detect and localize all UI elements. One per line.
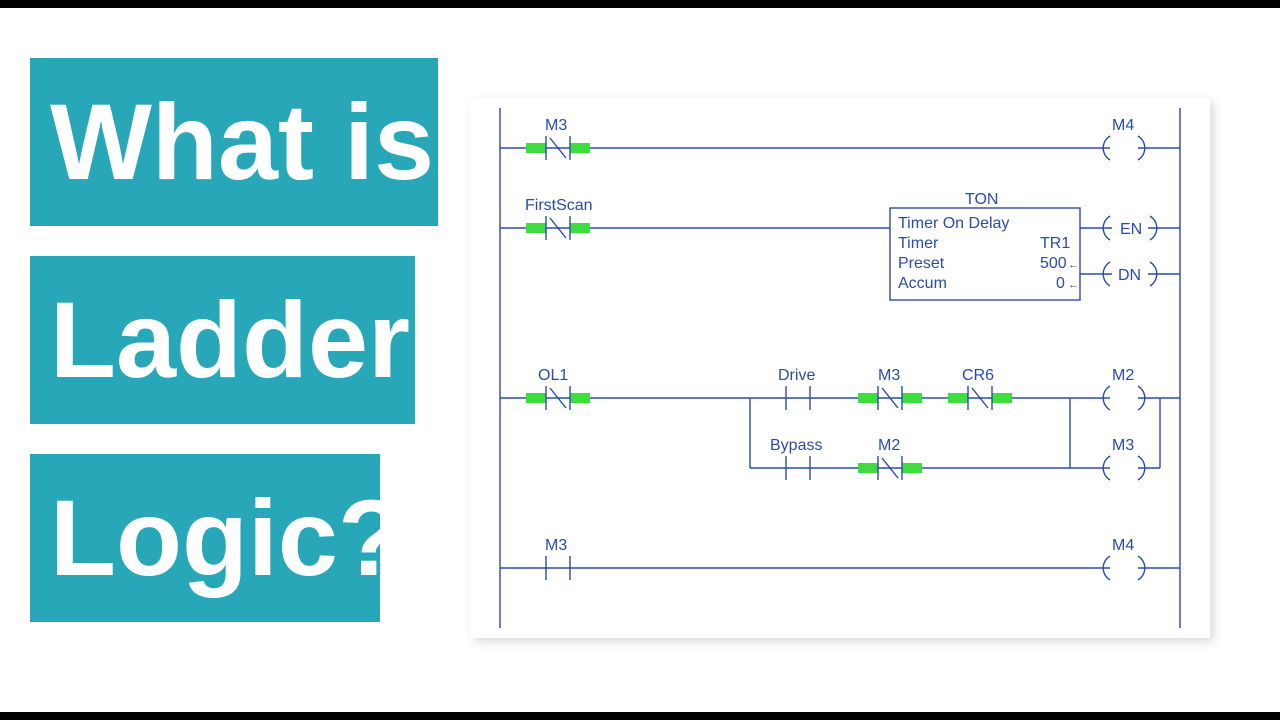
coil-label: M2: [1112, 367, 1134, 384]
timer-line: Timer On Delay: [898, 215, 1009, 232]
contact-label: OL1: [538, 367, 568, 384]
timer-val: 0: [1056, 275, 1065, 292]
contact-label: M3: [545, 537, 567, 554]
contact-label: M2: [878, 437, 900, 454]
coil-label: M4: [1112, 117, 1134, 134]
svg-text:←: ←: [1068, 259, 1079, 271]
timer-line: Timer: [898, 235, 939, 252]
timer-title: TON: [965, 191, 998, 208]
title-line-3: Logic?: [30, 454, 380, 622]
coil-label: M3: [1112, 437, 1134, 454]
title-line-1: What is: [30, 58, 438, 226]
timer-line: Preset: [898, 255, 945, 272]
title-line-2: Ladder: [30, 256, 415, 424]
timer-line: Accum: [898, 275, 947, 292]
timer-val: TR1: [1040, 235, 1070, 252]
contact-label: FirstScan: [525, 197, 593, 214]
contact-label: Drive: [778, 367, 815, 384]
contact-label: CR6: [962, 367, 994, 384]
svg-text:←: ←: [1068, 279, 1079, 291]
contact-label: Bypass: [770, 437, 822, 454]
timer-val: 500: [1040, 255, 1067, 272]
contact-label: M3: [878, 367, 900, 384]
ladder-diagram: M3 M4 FirstScan TON Timer On Delay Timer…: [470, 98, 1210, 638]
timer-output-dn: DN: [1118, 267, 1141, 284]
coil-label: M4: [1112, 537, 1134, 554]
contact-label: M3: [545, 117, 567, 134]
timer-output-en: EN: [1120, 221, 1142, 238]
